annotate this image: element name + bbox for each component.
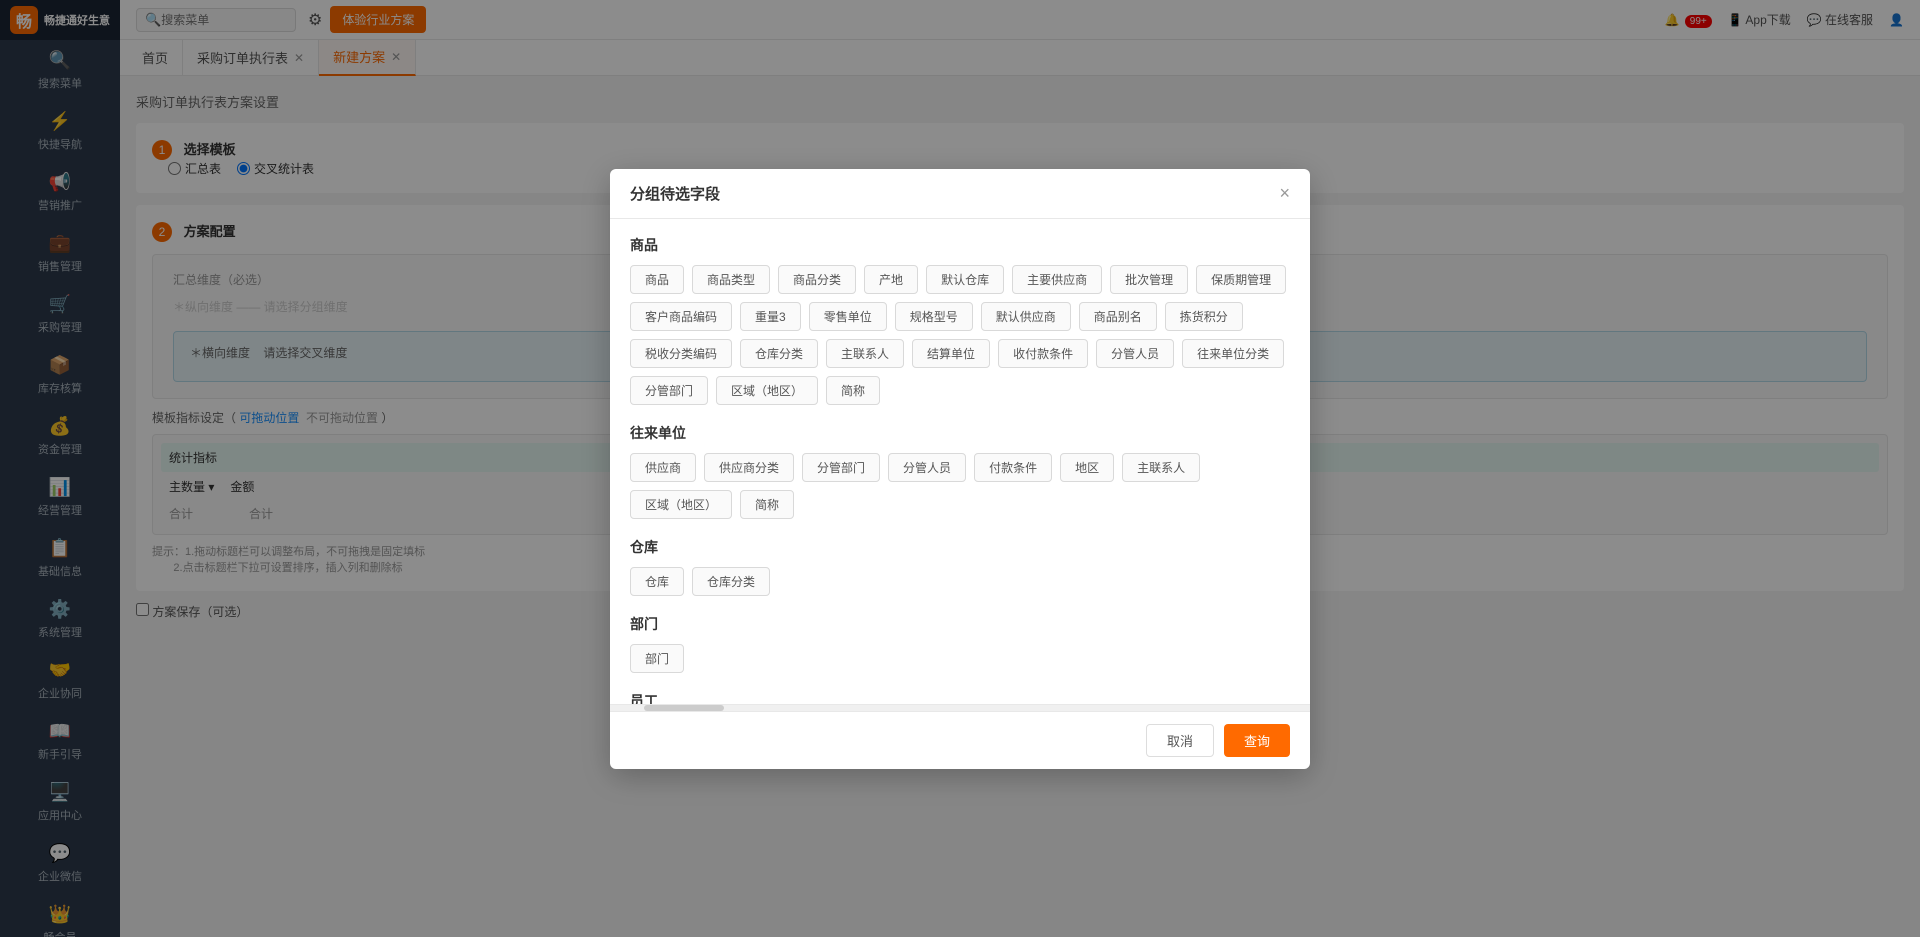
field-tag-product-24[interactable]: 简称	[826, 376, 880, 405]
field-tag-partner-0[interactable]: 供应商	[630, 453, 696, 482]
field-tag-partner-6[interactable]: 主联系人	[1122, 453, 1200, 482]
field-group-title-product: 商品	[630, 235, 1290, 255]
field-tag-product-10[interactable]: 零售单位	[809, 302, 887, 331]
field-group-title-warehouse: 仓库	[630, 537, 1290, 557]
field-tag-warehouse-0[interactable]: 仓库	[630, 567, 684, 596]
field-tag-product-17[interactable]: 主联系人	[826, 339, 904, 368]
modal-header: 分组待选字段 ×	[610, 169, 1310, 219]
field-tag-warehouse-1[interactable]: 仓库分类	[692, 567, 770, 596]
field-tag-product-0[interactable]: 商品	[630, 265, 684, 294]
field-tag-product-11[interactable]: 规格型号	[895, 302, 973, 331]
modal-close-btn[interactable]: ×	[1279, 183, 1290, 204]
field-tags-warehouse: 仓库仓库分类	[630, 567, 1290, 596]
field-tag-product-15[interactable]: 税收分类编码	[630, 339, 732, 368]
field-group-product: 商品商品商品类型商品分类产地默认仓库主要供应商批次管理保质期管理客户商品编码重量…	[630, 235, 1290, 405]
field-tag-department-0[interactable]: 部门	[630, 644, 684, 673]
field-tag-partner-4[interactable]: 付款条件	[974, 453, 1052, 482]
modal-overlay: 分组待选字段 × 商品商品商品类型商品分类产地默认仓库主要供应商批次管理保质期管…	[0, 0, 1920, 937]
field-tag-product-9[interactable]: 重量3	[740, 302, 801, 331]
field-tag-product-21[interactable]: 往来单位分类	[1182, 339, 1284, 368]
field-tag-product-4[interactable]: 默认仓库	[926, 265, 1004, 294]
field-tag-partner-7[interactable]: 区域（地区）	[630, 490, 732, 519]
modal-footer: 取消 查询	[610, 711, 1310, 769]
field-tags-partner: 供应商供应商分类分管部门分管人员付款条件地区主联系人区域（地区） 简称	[630, 453, 1290, 519]
field-tag-partner-5[interactable]: 地区	[1060, 453, 1114, 482]
field-group-warehouse: 仓库仓库仓库分类	[630, 537, 1290, 596]
field-tag-product-23[interactable]: 区域（地区）	[716, 376, 818, 405]
field-group-employee: 员工业务员	[630, 691, 1290, 704]
field-tag-product-19[interactable]: 收付款条件	[998, 339, 1088, 368]
cancel-btn[interactable]: 取消	[1146, 724, 1214, 757]
field-tag-product-20[interactable]: 分管人员	[1096, 339, 1174, 368]
field-tag-product-6[interactable]: 批次管理	[1110, 265, 1188, 294]
field-group-partner: 往来单位供应商供应商分类分管部门分管人员付款条件地区主联系人区域（地区） 简称	[630, 423, 1290, 519]
field-tag-product-2[interactable]: 商品分类	[778, 265, 856, 294]
modal-hscrollbar[interactable]	[610, 704, 1310, 711]
field-tag-product-13[interactable]: 商品别名	[1079, 302, 1157, 331]
field-tag-product-8[interactable]: 客户商品编码	[630, 302, 732, 331]
field-tag-partner-2[interactable]: 分管部门	[802, 453, 880, 482]
field-tag-partner-1[interactable]: 供应商分类	[704, 453, 794, 482]
field-tag-product-18[interactable]: 结算单位	[912, 339, 990, 368]
field-group-title-department: 部门	[630, 614, 1290, 634]
field-tags-product: 商品商品类型商品分类产地默认仓库主要供应商批次管理保质期管理客户商品编码重量3 零…	[630, 265, 1290, 405]
modal-dialog: 分组待选字段 × 商品商品商品类型商品分类产地默认仓库主要供应商批次管理保质期管…	[610, 169, 1310, 769]
modal-title: 分组待选字段	[630, 183, 720, 204]
field-tag-product-22[interactable]: 分管部门	[630, 376, 708, 405]
field-tag-product-5[interactable]: 主要供应商	[1012, 265, 1102, 294]
field-tag-product-12[interactable]: 默认供应商	[981, 302, 1071, 331]
field-tags-department: 部门	[630, 644, 1290, 673]
field-tag-partner-3[interactable]: 分管人员	[888, 453, 966, 482]
field-tag-product-16[interactable]: 仓库分类	[740, 339, 818, 368]
field-group-title-employee: 员工	[630, 691, 1290, 704]
field-group-title-partner: 往来单位	[630, 423, 1290, 443]
modal-body: 商品商品商品类型商品分类产地默认仓库主要供应商批次管理保质期管理客户商品编码重量…	[610, 219, 1310, 704]
field-group-department: 部门部门	[630, 614, 1290, 673]
field-tag-partner-8[interactable]: 简称	[740, 490, 794, 519]
field-tag-product-14[interactable]: 拣货积分	[1165, 302, 1243, 331]
field-tag-product-3[interactable]: 产地	[864, 265, 918, 294]
confirm-btn[interactable]: 查询	[1224, 724, 1290, 757]
field-tag-product-7[interactable]: 保质期管理	[1196, 265, 1286, 294]
field-tag-product-1[interactable]: 商品类型	[692, 265, 770, 294]
